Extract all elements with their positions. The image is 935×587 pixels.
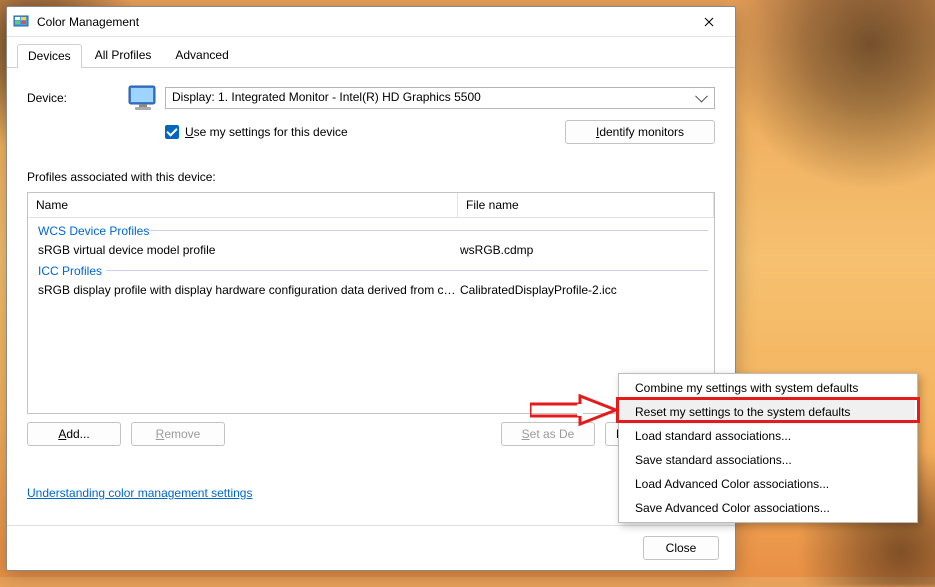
use-settings-checkbox[interactable]	[165, 125, 179, 139]
menu-reset-settings[interactable]: Reset my settings to the system defaults	[621, 400, 915, 424]
tab-advanced[interactable]: Advanced	[164, 43, 239, 67]
column-header-name[interactable]: Name	[28, 193, 458, 217]
tab-label: Advanced	[175, 48, 228, 62]
profile-filename: wsRGB.cdmp	[460, 243, 706, 257]
menu-save-standard[interactable]: Save standard associations...	[621, 448, 915, 472]
device-label: Device:	[27, 91, 127, 105]
menu-load-standard[interactable]: Load standard associations...	[621, 424, 915, 448]
monitor-icon	[127, 84, 159, 112]
tab-strip: Devices All Profiles Advanced	[7, 37, 735, 68]
device-row: Device: Display: 1. Integrated Monitor -…	[27, 84, 715, 112]
menu-load-advanced[interactable]: Load Advanced Color associations...	[621, 472, 915, 496]
close-icon	[704, 17, 714, 27]
tab-label: All Profiles	[95, 48, 152, 62]
identify-monitors-button[interactable]: Identify monitors	[565, 120, 715, 144]
tab-all-profiles[interactable]: All Profiles	[84, 43, 163, 67]
device-selected-value: Display: 1. Integrated Monitor - Intel(R…	[172, 90, 481, 104]
group-wcs[interactable]: WCS Device Profiles	[28, 220, 714, 240]
group-icc[interactable]: ICC Profiles	[28, 260, 714, 280]
tab-devices[interactable]: Devices	[17, 44, 82, 68]
use-settings-wrapper: Use my settings for this device	[165, 125, 348, 139]
profile-row[interactable]: sRGB virtual device model profile wsRGB.…	[28, 240, 714, 260]
window-title: Color Management	[37, 15, 689, 29]
profiles-context-menu: Combine my settings with system defaults…	[618, 373, 918, 523]
set-default-button[interactable]: Set as De	[501, 422, 595, 446]
menu-combine-settings[interactable]: Combine my settings with system defaults	[621, 376, 915, 400]
profile-name: sRGB virtual device model profile	[38, 243, 460, 257]
profile-name: sRGB display profile with display hardwa…	[38, 283, 460, 297]
app-icon	[13, 14, 29, 30]
close-button[interactable]	[689, 8, 729, 36]
listview-body: WCS Device Profiles sRGB virtual device …	[28, 218, 714, 302]
profile-row[interactable]: sRGB display profile with display hardwa…	[28, 280, 714, 300]
close-dialog-button[interactable]: Close	[643, 536, 719, 560]
device-options-row: Use my settings for this device Identify…	[27, 120, 715, 144]
device-dropdown[interactable]: Display: 1. Integrated Monitor - Intel(R…	[165, 87, 715, 109]
tab-label: Devices	[28, 49, 71, 63]
understanding-link[interactable]: Understanding color management settings	[27, 486, 715, 500]
column-header-filename[interactable]: File name	[458, 193, 714, 217]
listview-header: Name File name	[28, 193, 714, 218]
use-settings-label[interactable]: Use my settings for this device	[185, 125, 348, 139]
profile-filename: CalibratedDisplayProfile-2.icc	[460, 283, 706, 297]
profiles-section-label: Profiles associated with this device:	[27, 170, 715, 184]
titlebar: Color Management	[7, 7, 735, 37]
dialog-footer: Close	[7, 525, 735, 570]
profiles-listview[interactable]: Name File name WCS Device Profiles sRGB …	[27, 192, 715, 414]
menu-save-advanced[interactable]: Save Advanced Color associations...	[621, 496, 915, 520]
profile-buttons-row: Add... Remove Set as De Pr	[27, 422, 715, 446]
add-button[interactable]: Add...	[27, 422, 121, 446]
remove-button[interactable]: Remove	[131, 422, 225, 446]
